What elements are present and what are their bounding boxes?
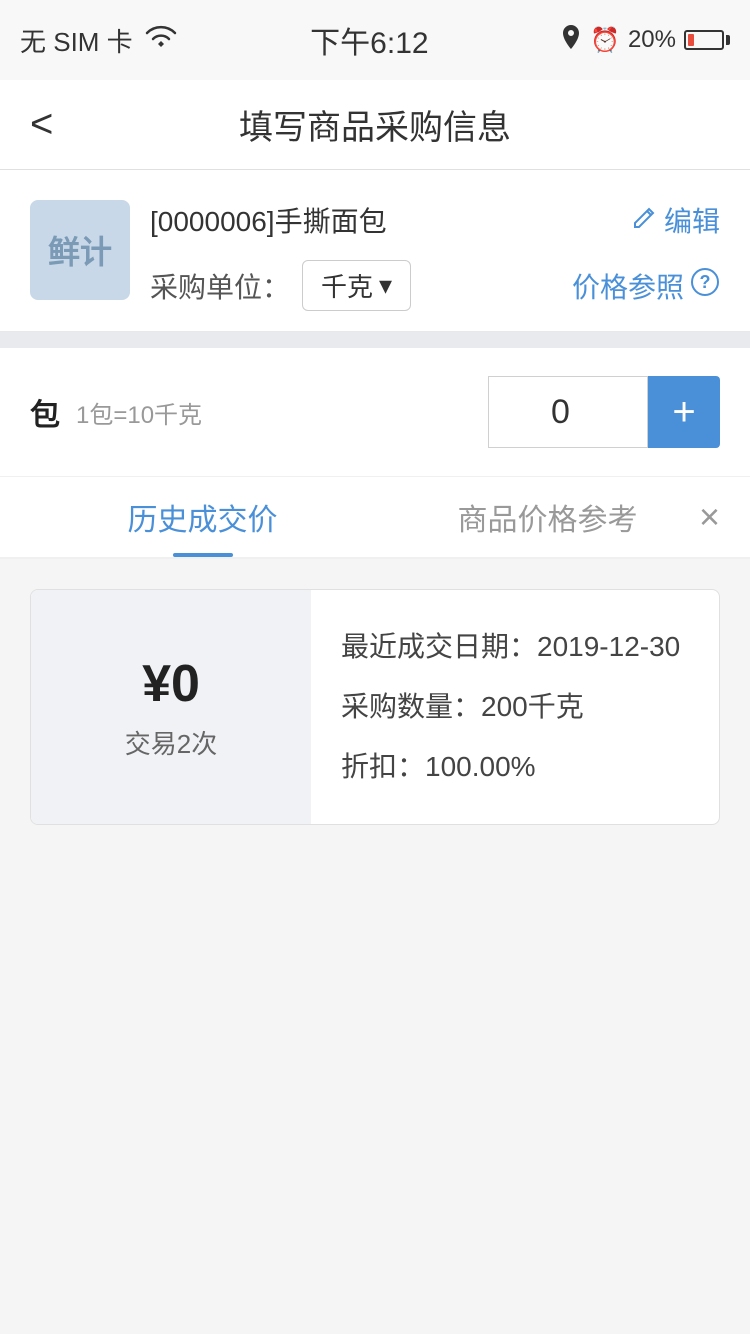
recent-date-value: 2019-12-30 [537, 631, 680, 662]
tab-price-ref-label: 商品价格参考 [458, 495, 638, 539]
purchase-qty-label: 采购数量： [341, 691, 481, 722]
product-logo: 鲜计 [30, 200, 130, 300]
tab-active-indicator [173, 553, 233, 557]
history-recent-date-row: 最近成交日期：2019-12-30 [341, 626, 689, 668]
purchase-unit-label: 采购单位： [150, 266, 290, 306]
page-title: 填写商品采购信息 [239, 100, 511, 149]
battery-icon [684, 30, 730, 50]
purchase-unit-row: 采购单位： 千克 ▾ 价格参照 ? [150, 260, 720, 311]
product-logo-text: 鲜计 [48, 227, 112, 273]
status-bar: 无 SIM 卡 下午6:12 ⏰ 20% [0, 0, 750, 80]
tab-history-label: 历史成交价 [128, 495, 278, 539]
quantity-plus-button[interactable]: + [648, 376, 720, 448]
qty-input-group: + [488, 376, 720, 448]
history-discount-row: 折扣：100.00% [341, 746, 689, 788]
history-purchase-qty-row: 采购数量：200千克 [341, 686, 689, 728]
battery-pct: 20% [628, 26, 676, 54]
history-card: ¥0 交易2次 最近成交日期：2019-12-30 采购数量：200千克 折扣：… [30, 589, 720, 825]
product-header: 鲜计 [0000006]手撕面包 编辑 [30, 200, 720, 311]
product-name: [0000006]手撕面包 [150, 200, 387, 240]
back-button[interactable]: < [30, 102, 53, 147]
status-left: 无 SIM 卡 [20, 22, 179, 59]
price-ref-button[interactable]: 价格参照 ? [572, 266, 720, 306]
wifi-icon [143, 23, 179, 58]
product-name-row: [0000006]手撕面包 编辑 [150, 200, 720, 240]
qty-label: 包 1包=10千克 [30, 390, 202, 434]
purchase-unit-left: 采购单位： 千克 ▾ [150, 260, 411, 311]
svg-text:?: ? [700, 272, 711, 292]
product-info: [0000006]手撕面包 编辑 采购单位： 千克 [150, 200, 720, 311]
product-section: 鲜计 [0000006]手撕面包 编辑 [0, 170, 750, 332]
discount-label: 折扣： [341, 751, 425, 782]
history-trades-count: 交易2次 [125, 724, 217, 761]
product-id: [0000006] [150, 206, 275, 237]
price-ref-label: 价格参照 [572, 266, 684, 306]
unit-value: 千克 [321, 267, 373, 304]
tab-price-ref[interactable]: 商品价格参考 [375, 477, 720, 557]
unit-dropdown[interactable]: 千克 ▾ [302, 260, 411, 311]
status-time: 下午6:12 [310, 18, 428, 62]
purchase-qty-value: 200千克 [481, 691, 584, 722]
qty-conversion: 1包=10千克 [76, 395, 202, 430]
tab-history-price[interactable]: 历史成交价 [30, 477, 375, 557]
tab-bar: 历史成交价 商品价格参考 × [0, 477, 750, 559]
history-details-panel: 最近成交日期：2019-12-30 采购数量：200千克 折扣：100.00% [311, 590, 719, 824]
section-divider [0, 332, 750, 348]
edit-label: 编辑 [664, 200, 720, 240]
quantity-row: 包 1包=10千克 + [0, 348, 750, 477]
recent-date-label: 最近成交日期： [341, 631, 537, 662]
tab-close-button[interactable]: × [699, 496, 720, 538]
discount-value: 100.00% [425, 751, 536, 782]
nav-bar: < 填写商品采购信息 [0, 80, 750, 170]
edit-button[interactable]: 编辑 [632, 200, 720, 240]
history-price-panel: ¥0 交易2次 [31, 590, 311, 824]
history-price-value: ¥0 [142, 654, 200, 714]
carrier-text: 无 SIM 卡 [20, 22, 133, 59]
qty-unit-name: 包 [30, 390, 60, 434]
quantity-input[interactable] [488, 376, 648, 448]
status-right: ⏰ 20% [560, 23, 730, 58]
help-icon: ? [690, 267, 720, 304]
alarm-icon: ⏰ [590, 26, 620, 55]
location-icon [560, 23, 582, 58]
dropdown-arrow-icon: ▾ [379, 270, 392, 301]
history-content: ¥0 交易2次 最近成交日期：2019-12-30 采购数量：200千克 折扣：… [0, 559, 750, 959]
edit-icon [632, 204, 658, 237]
product-title: 手撕面包 [275, 206, 387, 237]
